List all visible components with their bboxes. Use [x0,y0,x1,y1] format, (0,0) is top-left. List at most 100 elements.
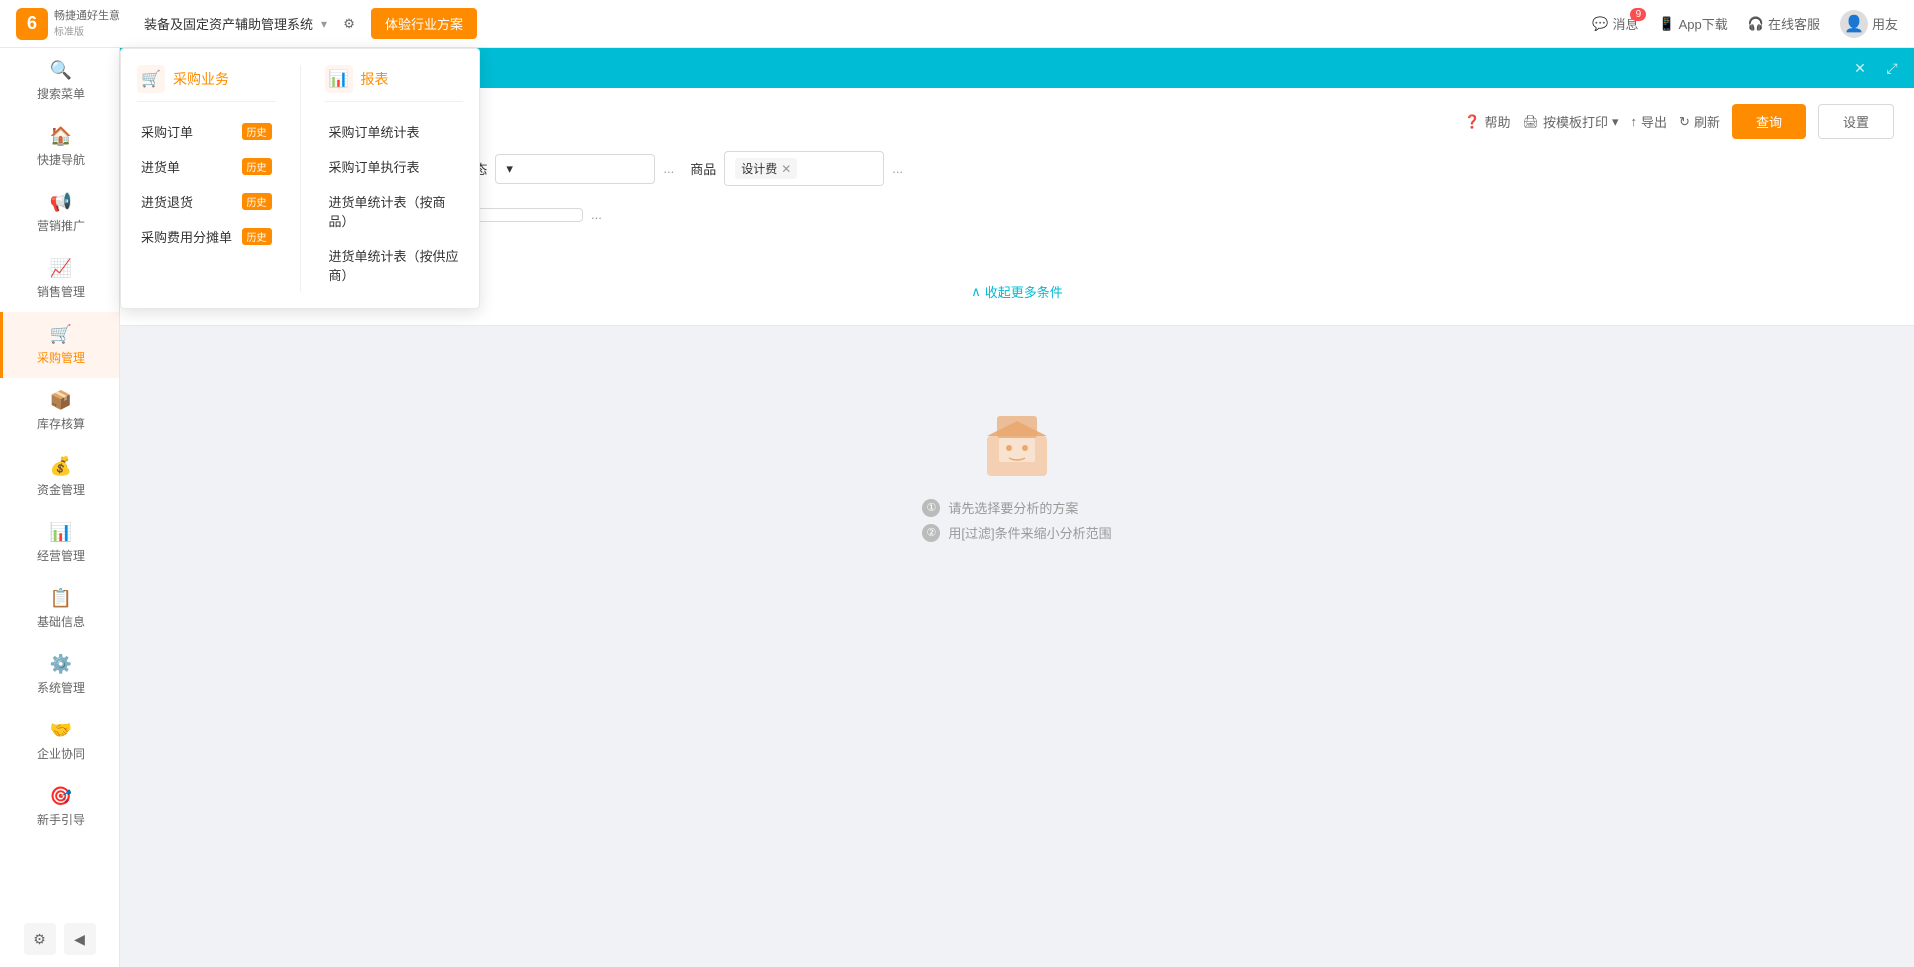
query-btn[interactable]: 查询 [1732,104,1806,139]
hint1-text: 请先选择要分析的方案 [948,498,1078,517]
logo-sub: 标准版 [54,23,120,38]
app-download-label: App下载 [1679,14,1728,33]
menu-goods-in-stat-supplier-label: 进货单统计表（按供应商） [329,246,460,284]
sidebar-item-sales[interactable]: 📈 销售管理 [0,246,119,312]
purchase-col-title: 采购业务 [173,69,229,89]
tab-expand-icon[interactable]: ⤢ [1878,54,1906,82]
empty-svg [967,406,1067,486]
service-icon: 🎧 [1748,16,1764,32]
menu-purchase-order[interactable]: 采购订单 历史 [137,114,276,149]
collapse-arrow-icon: ∧ [971,284,981,300]
salesman-dots[interactable]: ... [591,207,602,222]
goods-tag-close-icon[interactable]: ✕ [781,162,791,176]
sidebar-item-label-purchase: 采购管理 [37,349,85,366]
print-label: 按模板打印 [1543,112,1608,131]
refresh-icon: ↻ [1679,114,1690,130]
empty-state: ① 请先选择要分析的方案 ② 用[过滤]条件来缩小分析范围 [120,326,1914,622]
tab-bar-right: ✕ ⤢ [1846,54,1906,82]
industry-btn[interactable]: 体验行业方案 [371,8,477,39]
tab-close-all-icon[interactable]: ✕ [1846,54,1874,82]
menu-goods-in-stat-goods-label: 进货单统计表（按商品） [329,192,460,230]
nav-icon: 🏠 [50,126,72,147]
sidebar-item-label-corp: 企业协同 [37,745,85,762]
sidebar-item-guide[interactable]: 🎯 新手引导 [0,774,119,840]
basic-icon: 📋 [50,588,72,609]
report-col-title: 报表 [361,69,389,89]
logo-icon: 6 [16,8,48,40]
message-icon: 💬 [1592,16,1608,32]
filter-goods-item: 商品 设计费 ✕ ... [690,151,903,186]
goods-in-history-badge: 历史 [242,158,272,175]
empty-hint: ① 请先选择要分析的方案 ② 用[过滤]条件来缩小分析范围 [922,498,1111,542]
menu-goods-in[interactable]: 进货单 历史 [137,149,276,184]
service-label: 在线客服 [1768,14,1820,33]
search-icon: 🔍 [50,60,72,81]
user-label: 用友 [1872,14,1898,33]
message-icon-item[interactable]: 💬 消息 9 [1592,14,1638,33]
purchase-col-icon: 🛒 [137,65,165,93]
goods-dots[interactable]: ... [892,161,903,176]
online-service-item[interactable]: 🎧 在线客服 [1748,14,1820,33]
sidebar-item-label-guide: 新手引导 [37,811,85,828]
menu-purchase-order-stat[interactable]: 采购订单统计表 [325,114,464,149]
finance-icon: 💰 [50,456,72,477]
system-title: 装备及固定资产辅助管理系统 [144,14,313,33]
refresh-btn[interactable]: ↻ 刷新 [1679,112,1720,131]
sidebar-item-finance[interactable]: 💰 资金管理 [0,444,119,510]
user-item[interactable]: 👤 用友 [1840,10,1898,38]
print-btn[interactable]: 🖨 按模板打印 ▾ [1522,112,1618,131]
sidebar: 🔍 搜索菜单 🏠 快捷导航 📢 营销推广 📈 销售管理 🛒 采购管理 📦 库存核… [0,48,120,967]
message-badge: 9 [1630,8,1646,21]
sidebar-item-label-basic: 基础信息 [37,613,85,630]
help-btn[interactable]: ❓ 帮助 [1464,112,1510,131]
goods-return-history-badge: 历史 [242,193,272,210]
sidebar-item-operation[interactable]: 📊 经营管理 [0,510,119,576]
status-input[interactable]: ▾ [495,154,655,184]
sidebar-item-label-search: 搜索菜单 [37,85,85,102]
sidebar-item-nav[interactable]: 🏠 快捷导航 [0,114,119,180]
app-download-item[interactable]: 📱 App下载 [1658,14,1727,33]
status-expand-icon: ▾ [506,161,513,177]
sidebar-item-system[interactable]: ⚙️ 系统管理 [0,642,119,708]
logo-area: 6 畅捷通好生意 标准版 [16,8,136,40]
export-btn[interactable]: ↑ 导出 [1631,112,1668,131]
help-icon: ❓ [1464,114,1480,130]
menu-purchase-order-exec-label: 采购订单执行表 [329,157,420,176]
sidebar-item-search[interactable]: 🔍 搜索菜单 [0,48,119,114]
sidebar-item-label-operation: 经营管理 [37,547,85,564]
menu-goods-in-label: 进货单 [141,157,180,176]
menu-goods-return-label: 进货退货 [141,192,193,211]
purchase-icon: 🛒 [50,324,72,345]
menu-goods-return[interactable]: 进货退货 历史 [137,184,276,219]
goods-input[interactable]: 设计费 ✕ [724,151,884,186]
settings-btn[interactable]: 设置 [1818,104,1894,139]
sidebar-bottom: ⚙ ◀ [0,911,119,967]
menu-goods-in-stat-supplier[interactable]: 进货单统计表（按供应商） [325,238,464,292]
dropdown-col-purchase-header: 🛒 采购业务 [137,65,276,102]
corp-icon: 🤝 [50,720,72,741]
sidebar-item-label-system: 系统管理 [37,679,85,696]
export-label: 导出 [1641,112,1667,131]
status-dots[interactable]: ... [663,161,674,176]
sidebar-item-marketing[interactable]: 📢 营销推广 [0,180,119,246]
sidebar-collapse-btn[interactable]: ◀ [64,923,96,955]
menu-purchase-expense[interactable]: 采购费用分摊单 历史 [137,219,276,254]
sidebar-item-label-nav: 快捷导航 [37,151,85,168]
sidebar-item-basic[interactable]: 📋 基础信息 [0,576,119,642]
purchase-expense-history-badge: 历史 [242,228,272,245]
dropdown-col-report-header: 📊 报表 [325,65,464,102]
sidebar-item-corp[interactable]: 🤝 企业协同 [0,708,119,774]
sidebar-settings-btn[interactable]: ⚙ [24,923,56,955]
menu-purchase-order-label: 采购订单 [141,122,193,141]
operation-icon: 📊 [50,522,72,543]
menu-purchase-order-exec[interactable]: 采购订单执行表 [325,149,464,184]
menu-goods-in-stat-goods[interactable]: 进货单统计表（按商品） [325,184,464,238]
goods-tag-label: 设计费 [741,160,777,177]
system-title-arrow-icon[interactable]: ▾ [321,17,327,31]
system-settings-icon[interactable]: ⚙ [335,10,363,38]
sidebar-item-stock[interactable]: 📦 库存核算 [0,378,119,444]
sidebar-item-label-stock: 库存核算 [37,415,85,432]
collapse-btn[interactable]: ∧ 收起更多条件 [959,278,1075,305]
sidebar-item-purchase[interactable]: 🛒 采购管理 [0,312,119,378]
export-icon: ↑ [1631,114,1638,129]
